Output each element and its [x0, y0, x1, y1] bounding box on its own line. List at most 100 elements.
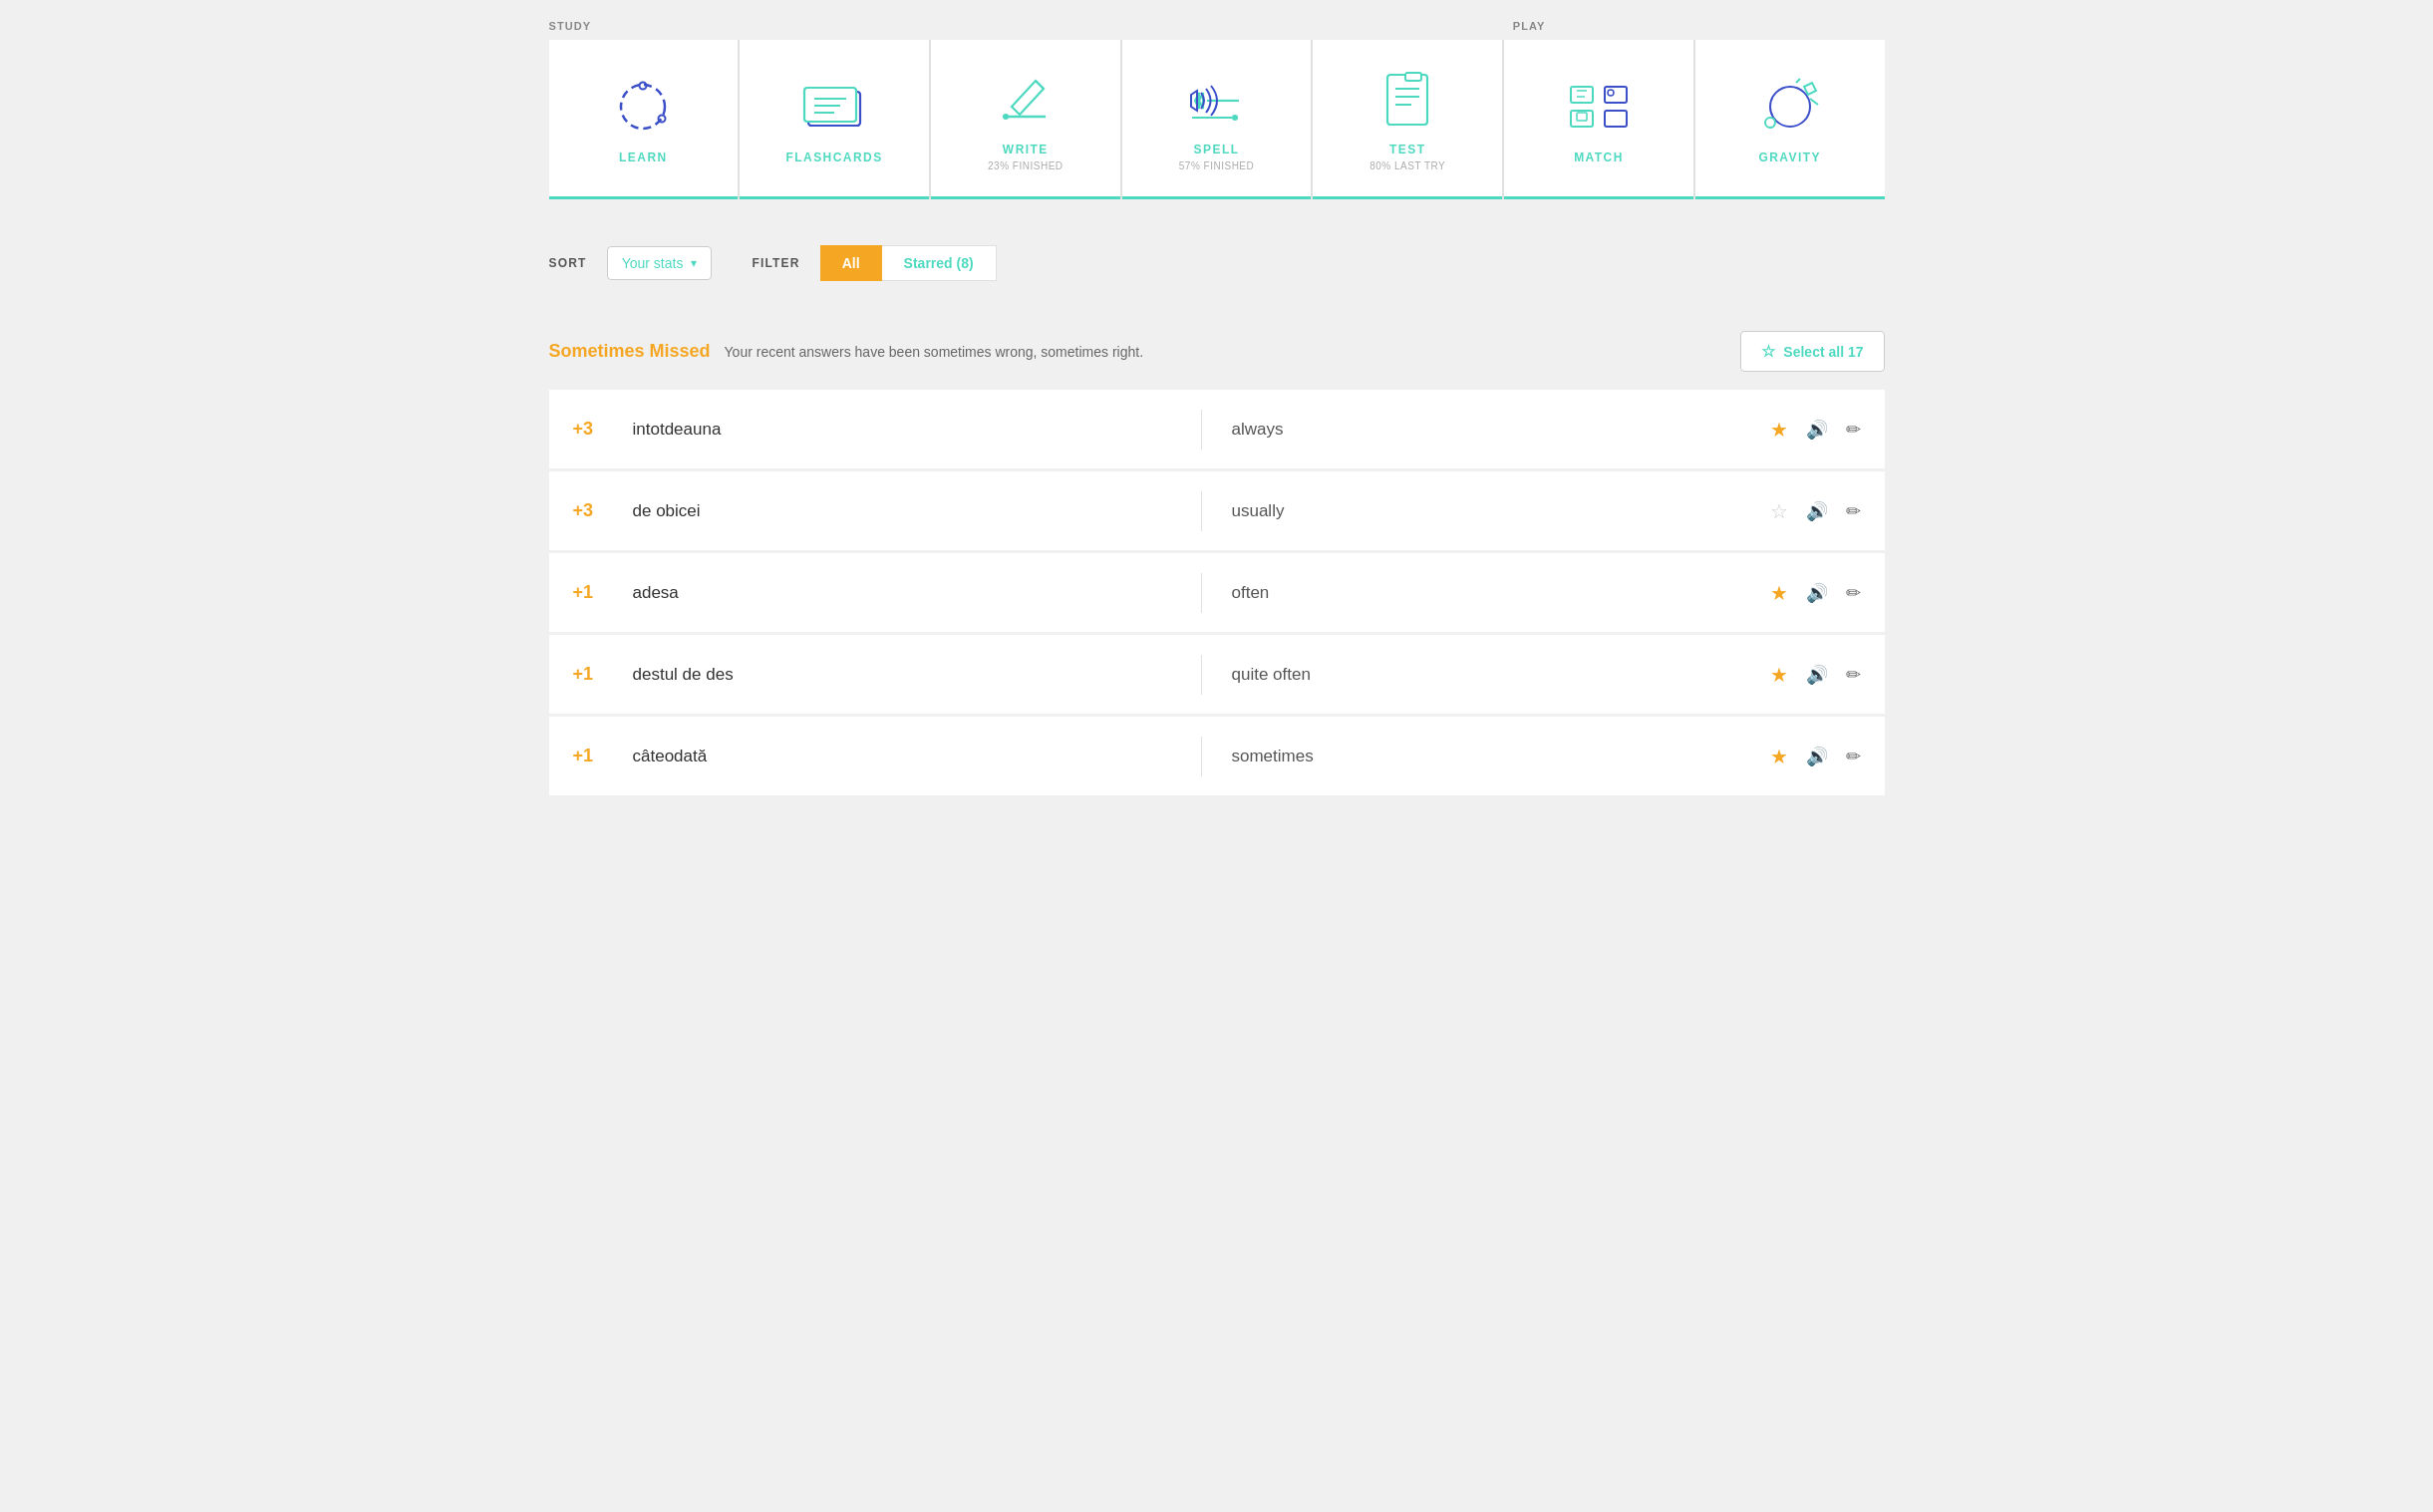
vocab-definition: usually — [1232, 501, 1770, 521]
vocab-definition: often — [1232, 583, 1770, 603]
select-all-label: Select all 17 — [1783, 344, 1863, 360]
vocab-actions: ★ 🔊 ✏ — [1770, 745, 1861, 768]
star-button[interactable]: ★ — [1770, 581, 1788, 605]
test-subtitle: 80% LAST TRY — [1369, 160, 1445, 171]
spell-icon — [1187, 69, 1247, 129]
filter-starred-button[interactable]: Starred (8) — [882, 245, 997, 281]
filter-buttons: All Starred (8) — [820, 245, 997, 281]
edit-button[interactable]: ✏ — [1846, 500, 1861, 522]
flashcards-title: FLASHCARDS — [786, 151, 883, 164]
svg-point-9 — [1003, 114, 1009, 120]
test-icon — [1377, 69, 1437, 129]
test-card[interactable]: TEST 80% LAST TRY — [1313, 40, 1502, 199]
play-label: PLAY — [1513, 20, 1546, 32]
vocab-term: de obicei — [623, 501, 1171, 521]
vocab-row: +1 destul de des quite often ★ 🔊 ✏ — [549, 635, 1885, 715]
star-button[interactable]: ★ — [1770, 418, 1788, 442]
vocab-row: +1 câteodată sometimes ★ 🔊 ✏ — [549, 717, 1885, 796]
vocab-score: +1 — [573, 582, 623, 603]
vocab-score: +3 — [573, 500, 623, 521]
svg-rect-16 — [1387, 75, 1427, 125]
gravity-card[interactable]: GRAVITY — [1695, 40, 1885, 199]
vocab-row: +3 de obicei usually ☆ 🔊 ✏ — [549, 471, 1885, 551]
sort-dropdown[interactable]: Your stats ▾ — [607, 246, 713, 280]
edit-button[interactable]: ✏ — [1846, 664, 1861, 686]
vocab-divider — [1201, 491, 1202, 531]
vocab-actions: ★ 🔊 ✏ — [1770, 663, 1861, 687]
sort-label: SORT — [549, 256, 587, 270]
learn-title: LEARN — [619, 151, 668, 164]
svg-point-2 — [659, 115, 666, 122]
sort-filter-bar: SORT Your stats ▾ FILTER All Starred (8) — [549, 229, 1885, 297]
gravity-title: GRAVITY — [1758, 151, 1821, 164]
star-button[interactable]: ☆ — [1770, 499, 1788, 523]
vocab-divider — [1201, 655, 1202, 695]
vocab-term: destul de des — [623, 665, 1171, 685]
match-icon — [1569, 77, 1629, 137]
sound-button[interactable]: 🔊 — [1806, 746, 1828, 767]
spell-title: SPELL — [1194, 143, 1240, 156]
section-title-group: Sometimes Missed Your recent answers hav… — [549, 341, 1144, 362]
edit-button[interactable]: ✏ — [1846, 746, 1861, 767]
svg-point-14 — [1232, 115, 1238, 121]
vocab-definition: sometimes — [1232, 747, 1770, 766]
vocab-score: +1 — [573, 664, 623, 685]
svg-point-28 — [1608, 90, 1614, 96]
svg-point-30 — [1765, 118, 1775, 128]
vocab-actions: ★ 🔊 ✏ — [1770, 418, 1861, 442]
svg-rect-27 — [1577, 113, 1587, 121]
star-outline-icon: ☆ — [1761, 342, 1775, 361]
write-title: WRITE — [1003, 143, 1049, 156]
chevron-down-icon: ▾ — [691, 256, 697, 270]
star-button[interactable]: ★ — [1770, 663, 1788, 687]
write-subtitle: 23% FINISHED — [988, 160, 1063, 171]
sort-dropdown-value: Your stats — [622, 255, 684, 271]
select-all-button[interactable]: ☆ Select all 17 — [1740, 331, 1884, 372]
star-button[interactable]: ★ — [1770, 745, 1788, 768]
vocab-row: +3 intotdeauna always ★ 🔊 ✏ — [549, 390, 1885, 469]
vocab-term: adesa — [623, 583, 1171, 603]
section-title: Sometimes Missed — [549, 341, 711, 362]
learn-card[interactable]: LEARN — [549, 40, 739, 199]
match-title: MATCH — [1574, 151, 1624, 164]
spell-card[interactable]: SPELL 57% FINISHED — [1122, 40, 1312, 199]
learn-icon — [613, 77, 673, 137]
vocab-row: +1 adesa often ★ 🔊 ✏ — [549, 553, 1885, 633]
modes-section: STUDY PLAY LEARN — [549, 20, 1885, 199]
vocab-term: intotdeauna — [623, 420, 1171, 440]
sound-button[interactable]: 🔊 — [1806, 664, 1828, 686]
vocab-term: câteodată — [623, 747, 1171, 766]
write-icon — [996, 69, 1056, 129]
section-description: Your recent answers have been sometimes … — [725, 344, 1143, 360]
section-header: Sometimes Missed Your recent answers hav… — [549, 317, 1885, 386]
edit-button[interactable]: ✏ — [1846, 419, 1861, 441]
flashcards-card[interactable]: FLASHCARDS — [740, 40, 929, 199]
vocab-actions: ★ 🔊 ✏ — [1770, 581, 1861, 605]
svg-point-29 — [1770, 87, 1810, 127]
vocab-score: +1 — [573, 746, 623, 766]
edit-button[interactable]: ✏ — [1846, 582, 1861, 604]
gravity-icon — [1760, 77, 1820, 137]
sound-button[interactable]: 🔊 — [1806, 419, 1828, 441]
sound-button[interactable]: 🔊 — [1806, 582, 1828, 604]
svg-rect-21 — [1571, 87, 1593, 103]
vocab-definition: quite often — [1232, 665, 1770, 685]
match-card[interactable]: MATCH — [1504, 40, 1693, 199]
study-label: STUDY — [549, 20, 592, 32]
modes-labels: STUDY PLAY — [549, 20, 1885, 40]
vocab-score: +3 — [573, 419, 623, 440]
svg-rect-24 — [1605, 111, 1627, 127]
vocab-divider — [1201, 737, 1202, 776]
vocab-divider — [1201, 573, 1202, 613]
vocab-list: +3 intotdeauna always ★ 🔊 ✏ +3 de obicei… — [549, 390, 1885, 796]
filter-label: FILTER — [752, 256, 799, 270]
mode-cards: LEARN FLASHCARDS — [549, 40, 1885, 199]
test-title: TEST — [1389, 143, 1425, 156]
flashcards-icon — [804, 77, 864, 137]
vocab-actions: ☆ 🔊 ✏ — [1770, 499, 1861, 523]
vocab-definition: always — [1232, 420, 1770, 440]
filter-all-button[interactable]: All — [820, 245, 882, 281]
write-card[interactable]: WRITE 23% FINISHED — [931, 40, 1120, 199]
sound-button[interactable]: 🔊 — [1806, 500, 1828, 522]
svg-rect-20 — [1405, 73, 1421, 81]
